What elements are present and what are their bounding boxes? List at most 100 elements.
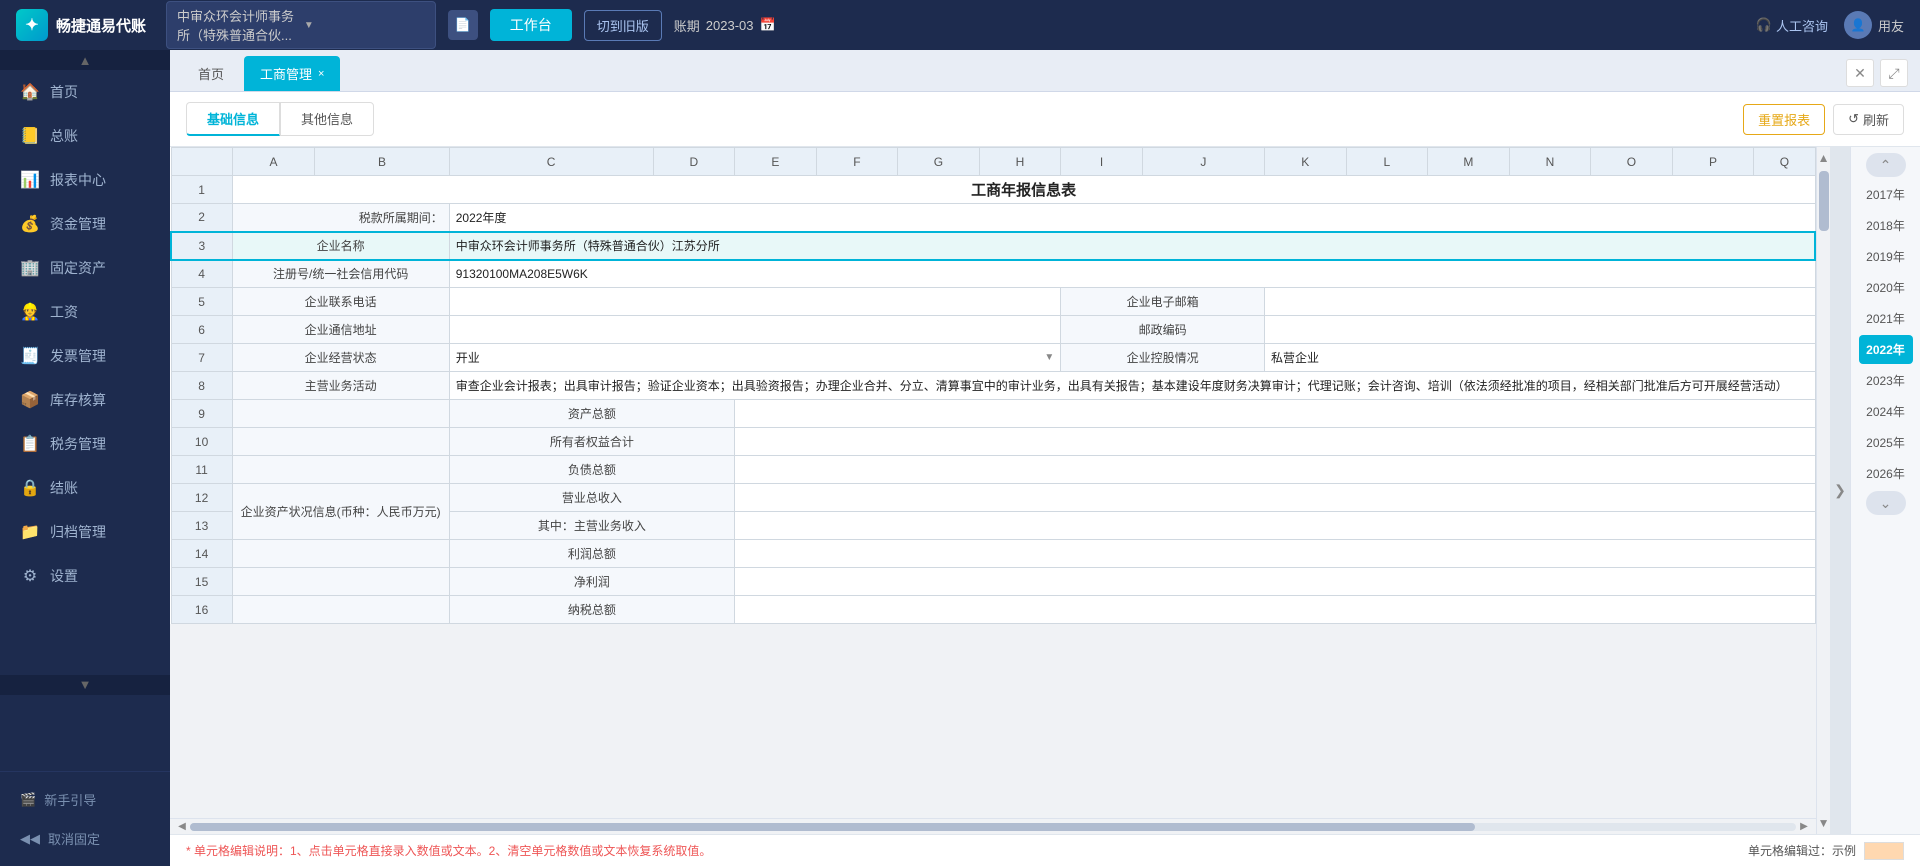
cell-liabilities-value[interactable] xyxy=(735,456,1815,484)
sidebar-item-unpin[interactable]: ◀◀ 取消固定 xyxy=(0,819,170,858)
year-item-2020[interactable]: 2020年 xyxy=(1859,273,1913,302)
tab-bar: 首页 工商管理 × ✕ ⤢ xyxy=(170,50,1920,92)
user-area[interactable]: 👤 用友 xyxy=(1844,11,1904,39)
settings-icon: ⚙ xyxy=(20,566,40,586)
sidebar-item-archive[interactable]: 📁 归档管理 xyxy=(0,510,170,554)
cell-regcode-value[interactable]: 91320100MA208E5W6K xyxy=(449,260,1815,288)
cell-business-value[interactable]: 审查企业会计报表；出具审计报告；验证企业资本；出具验资报告；办理企业合并、分立、… xyxy=(449,372,1815,400)
sidebar-scroll-down[interactable]: ▼ xyxy=(0,675,170,695)
scroll-right-arrow[interactable]: ▶ xyxy=(1796,819,1812,835)
cell-phone-label: 企业联系电话 xyxy=(232,288,449,316)
row-num-15: 15 xyxy=(171,568,232,596)
cell-total-assets-value[interactable] xyxy=(735,400,1815,428)
col-header-N: N xyxy=(1509,148,1591,176)
refresh-button[interactable]: ↺ 刷新 xyxy=(1833,104,1904,135)
sidebar-item-inventory[interactable]: 📦 库存核算 xyxy=(0,378,170,422)
sidebar-item-ledger[interactable]: 📒 总账 xyxy=(0,114,170,158)
sub-tab-basic[interactable]: 基础信息 xyxy=(186,102,280,136)
cell-period-value[interactable]: 2022年度 xyxy=(449,204,1815,232)
table-row-highlighted: 3 企业名称 中审众环会计师事务所（特殊普通合伙）江苏分所 xyxy=(171,232,1815,260)
cell-address-value[interactable] xyxy=(449,316,1061,344)
sidebar-item-close[interactable]: 🔒 结账 xyxy=(0,466,170,510)
col-header-J: J xyxy=(1142,148,1264,176)
main-layout: ▲ 🏠 首页 📒 总账 📊 报表中心 💰 资金管理 🏢 固定资产 👷 工资 🧾 … xyxy=(0,50,1920,866)
scroll-left-arrow[interactable]: ◀ xyxy=(174,819,190,835)
year-nav-up[interactable]: ⌃ xyxy=(1866,153,1906,177)
year-item-2023[interactable]: 2023年 xyxy=(1859,366,1913,395)
company-selector[interactable]: 中审众环会计师事务所（特殊普通合伙... ▼ xyxy=(166,1,436,49)
cell-main-revenue-label: 其中：主营业务收入 xyxy=(449,512,734,540)
year-item-2021[interactable]: 2021年 xyxy=(1859,304,1913,333)
year-panel-collapse[interactable]: ❯ xyxy=(1830,147,1850,834)
v-scroll-thumb[interactable] xyxy=(1819,171,1829,231)
tab-home[interactable]: 首页 xyxy=(182,56,240,91)
cell-email-value[interactable] xyxy=(1265,288,1815,316)
year-item-2024[interactable]: 2024年 xyxy=(1859,397,1913,426)
tab-close-icon[interactable]: × xyxy=(318,68,324,80)
content-area: 首页 工商管理 × ✕ ⤢ 基础信息 其他信息 重置报表 ↺ 刷新 xyxy=(170,50,1920,866)
document-icon[interactable]: 📄 xyxy=(448,10,478,40)
calendar-icon[interactable]: 📅 xyxy=(760,17,776,33)
vertical-scrollbar[interactable]: ▲ ▼ xyxy=(1816,147,1830,834)
horizontal-scrollbar[interactable]: ◀ ▶ xyxy=(170,818,1816,834)
year-item-2018[interactable]: 2018年 xyxy=(1859,211,1913,240)
cell-holding-value[interactable]: 私营企业 xyxy=(1265,344,1815,372)
sidebar-item-finance[interactable]: 💰 资金管理 xyxy=(0,202,170,246)
sidebar-scroll-up[interactable]: ▲ xyxy=(0,50,170,70)
old-version-button[interactable]: 切到旧版 xyxy=(584,10,662,41)
cell-postal-value[interactable] xyxy=(1265,316,1815,344)
workbench-button[interactable]: 工作台 xyxy=(490,9,572,41)
cell-netprofit-value[interactable] xyxy=(735,568,1815,596)
sidebar-item-assets[interactable]: 🏢 固定资产 xyxy=(0,246,170,290)
tab-bizmanage[interactable]: 工商管理 × xyxy=(244,56,340,91)
sidebar-label-inventory: 库存核算 xyxy=(50,390,106,410)
year-item-2026[interactable]: 2026年 xyxy=(1859,459,1913,488)
col-header-I: I xyxy=(1061,148,1143,176)
sidebar-item-salary[interactable]: 👷 工资 xyxy=(0,290,170,334)
sidebar-item-reports[interactable]: 📊 报表中心 xyxy=(0,158,170,202)
row-num-10: 10 xyxy=(171,428,232,456)
cell-status-value[interactable]: 开业 ▼ xyxy=(449,344,1061,372)
sub-tab-other[interactable]: 其他信息 xyxy=(280,102,374,136)
cell-profit-value[interactable] xyxy=(735,540,1815,568)
close-window-button[interactable]: ✕ xyxy=(1846,59,1874,87)
col-header-H: H xyxy=(979,148,1061,176)
cell-main-revenue-value[interactable] xyxy=(735,512,1815,540)
scroll-thumb[interactable] xyxy=(190,823,1475,831)
year-item-2017[interactable]: 2017年 xyxy=(1859,180,1913,209)
cell-company-value[interactable]: 中审众环会计师事务所（特殊普通合伙）江苏分所 xyxy=(449,232,1815,260)
reset-button[interactable]: 重置报表 xyxy=(1743,104,1825,135)
year-item-2025[interactable]: 2025年 xyxy=(1859,428,1913,457)
col-header-P: P xyxy=(1672,148,1754,176)
sidebar-item-tax[interactable]: 📋 税务管理 xyxy=(0,422,170,466)
cell-company-label: 企业名称 xyxy=(232,232,449,260)
service-button[interactable]: 🎧 人工咨询 xyxy=(1756,16,1828,35)
cell-tax-value[interactable] xyxy=(735,596,1815,624)
col-header-E: E xyxy=(735,148,817,176)
cell-postal-label: 邮政编码 xyxy=(1061,316,1265,344)
status-dropdown-icon[interactable]: ▼ xyxy=(1044,352,1054,363)
year-item-2019[interactable]: 2019年 xyxy=(1859,242,1913,271)
bottom-bar-right: 单元格编辑过：示例 xyxy=(1748,842,1904,860)
col-header-num xyxy=(171,148,232,176)
sidebar-item-settings[interactable]: ⚙ 设置 xyxy=(0,554,170,598)
cell-phone-value[interactable] xyxy=(449,288,1061,316)
sidebar-item-invoice[interactable]: 🧾 发票管理 xyxy=(0,334,170,378)
period-value: 2023-03 xyxy=(706,18,754,33)
cell-equity-value[interactable] xyxy=(735,428,1815,456)
pin-icon: ◀◀ xyxy=(20,831,40,847)
guide-icon: 🎬 xyxy=(20,792,36,808)
cell-revenue-value[interactable] xyxy=(735,484,1815,512)
year-nav-down[interactable]: ⌄ xyxy=(1866,491,1906,515)
cell-title[interactable]: 工商年报信息表 xyxy=(232,176,1815,204)
sidebar-item-home[interactable]: 🏠 首页 xyxy=(0,70,170,114)
expand-window-button[interactable]: ⤢ xyxy=(1880,59,1908,87)
edit-hint: * 单元格编辑说明：1、点击单元格直接录入数值或文本。2、清空单元格数值或文本恢… xyxy=(186,842,711,859)
archive-icon: 📁 xyxy=(20,522,40,542)
table-row: 5 企业联系电话 企业电子邮箱 xyxy=(171,288,1815,316)
sidebar-item-guide[interactable]: 🎬 新手引导 xyxy=(0,780,170,819)
app-name: 畅捷通易代账 xyxy=(56,15,146,36)
scroll-track[interactable] xyxy=(190,823,1796,831)
spreadsheet-scroll-area[interactable]: A B C D E F G H I J K L xyxy=(170,147,1816,818)
year-item-2022[interactable]: 2022年 xyxy=(1859,335,1913,364)
